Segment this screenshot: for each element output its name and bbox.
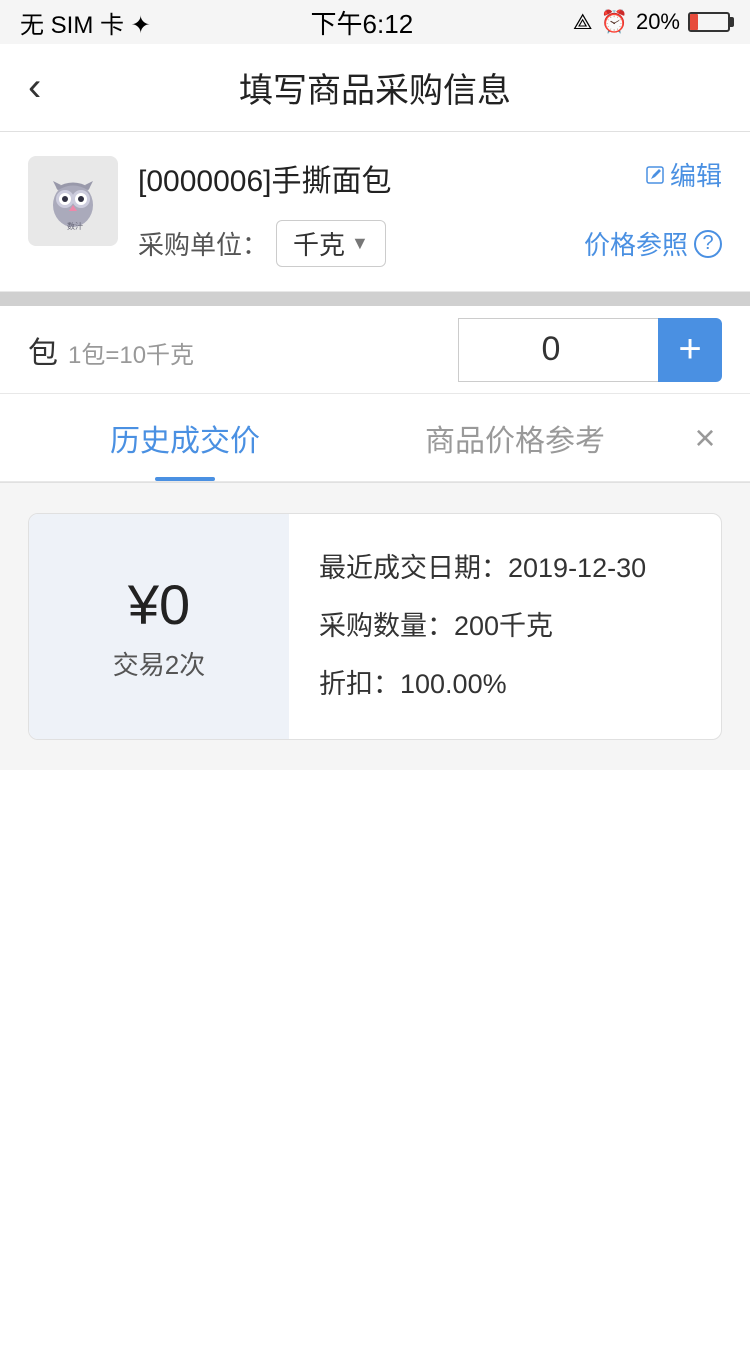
- edit-icon: [644, 164, 666, 186]
- recent-date-row: 最近成交日期：2019-12-30: [319, 550, 691, 588]
- unit-row: 采购单位： 千克 ▼ 价格参照 ?: [138, 220, 722, 267]
- owl-icon: 数汁: [43, 171, 103, 231]
- tabs-header: 历史成交价 商品价格参考 ×: [0, 394, 750, 482]
- unit-select[interactable]: 千克 ▼: [276, 220, 386, 267]
- price-card-left: ¥0 交易2次: [29, 514, 289, 739]
- product-card: 数汁 [0000006]手撕面包 编辑 采购单位： 千克: [0, 132, 750, 292]
- battery-percent: 20%: [636, 9, 680, 35]
- status-bar: 无 SIM 卡 ✦ 下午6:12 ⟁ ⏰ 20%: [0, 0, 750, 44]
- product-row: 数汁 [0000006]手撕面包 编辑 采购单位： 千克: [28, 156, 722, 267]
- discount-row: 折扣：100.00%: [319, 666, 691, 704]
- qty-conversion: 1包=10千克: [68, 335, 194, 370]
- battery-fill: [690, 14, 698, 30]
- info-icon: ?: [694, 230, 722, 258]
- alarm-icon: ⏰: [601, 9, 628, 35]
- price-transactions: 交易2次: [113, 645, 205, 682]
- quantity-control: +: [458, 318, 722, 382]
- bottom-space: [0, 770, 750, 1370]
- edit-link[interactable]: 编辑: [644, 156, 722, 193]
- location-icon: ⟁: [573, 9, 593, 35]
- close-button[interactable]: ×: [680, 413, 730, 463]
- quantity-left: 包 1包=10千克: [28, 328, 194, 372]
- back-button[interactable]: ‹: [28, 65, 41, 110]
- tab-history-price[interactable]: 历史成交价: [20, 394, 350, 481]
- qty-unit: 包: [28, 328, 58, 372]
- product-name: [0000006]手撕面包: [138, 156, 391, 200]
- price-cards-area: ¥0 交易2次 最近成交日期：2019-12-30 采购数量：200千克 折扣：…: [0, 483, 750, 770]
- sim-label: 无 SIM 卡 ✦: [20, 5, 151, 40]
- product-info: [0000006]手撕面包 编辑 采购单位： 千克 ▼: [138, 156, 722, 267]
- battery-indicator: [688, 12, 730, 32]
- quantity-plus-button[interactable]: +: [658, 318, 722, 382]
- status-time: 下午6:12: [311, 4, 414, 41]
- status-left: 无 SIM 卡 ✦: [20, 5, 151, 40]
- price-amount: ¥0: [128, 572, 190, 637]
- purchase-qty-row: 采购数量：200千克: [319, 608, 691, 646]
- product-thumbnail: 数汁: [28, 156, 118, 246]
- status-right: ⟁ ⏰ 20%: [573, 9, 730, 35]
- quantity-input[interactable]: [458, 318, 658, 382]
- nav-bar: ‹ 填写商品采购信息: [0, 44, 750, 132]
- price-card-right: 最近成交日期：2019-12-30 采购数量：200千克 折扣：100.00%: [289, 514, 721, 739]
- tab-price-reference[interactable]: 商品价格参考: [350, 394, 680, 481]
- svg-text:数汁: 数汁: [67, 221, 83, 231]
- unit-label: 采购单位： 千克 ▼: [138, 220, 386, 267]
- quantity-row: 包 1包=10千克 +: [0, 306, 750, 394]
- price-card: ¥0 交易2次 最近成交日期：2019-12-30 采购数量：200千克 折扣：…: [28, 513, 722, 740]
- dropdown-arrow: ▼: [351, 233, 369, 254]
- page-title: 填写商品采购信息: [239, 63, 511, 112]
- price-ref-button[interactable]: 价格参照 ?: [584, 225, 722, 262]
- tab-underline: [155, 477, 215, 481]
- product-name-row: [0000006]手撕面包 编辑: [138, 156, 722, 200]
- section-divider: [0, 292, 750, 306]
- tabs-container: 历史成交价 商品价格参考 ×: [0, 394, 750, 483]
